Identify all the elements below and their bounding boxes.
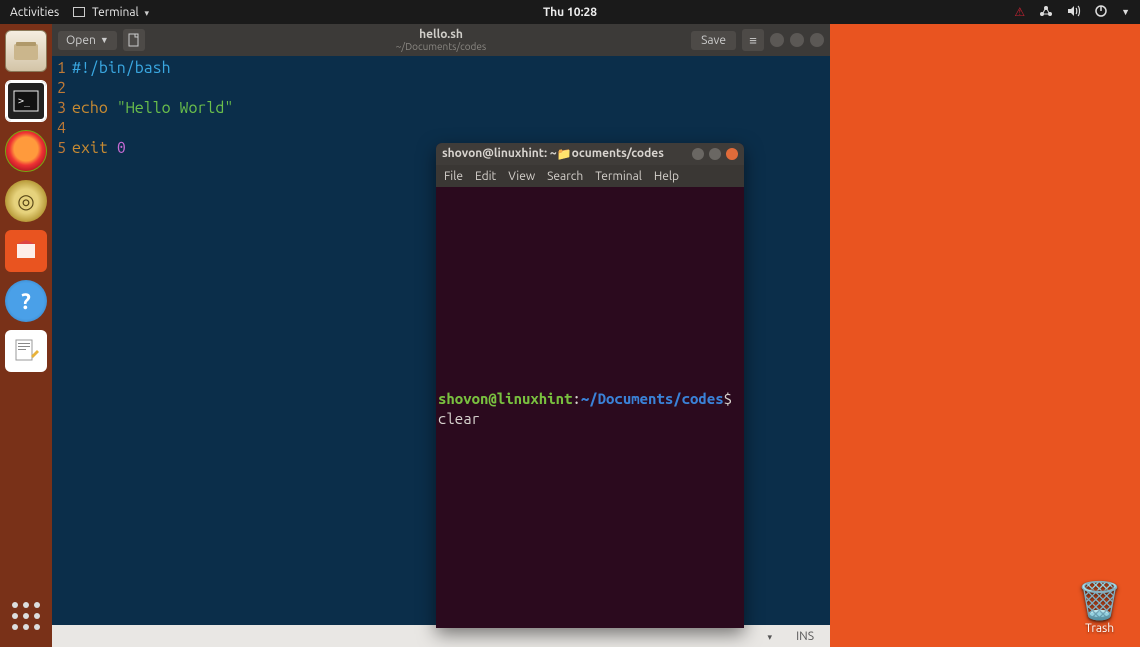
editor-filepath: ~/Documents/codes	[396, 41, 487, 52]
status-language-dropdown[interactable]	[762, 630, 773, 643]
terminal-maximize-button[interactable]	[709, 148, 721, 160]
window-maximize-button[interactable]	[790, 33, 804, 47]
terminal-body[interactable]: shovon@linuxhint:~/Documents/codes$ clea…	[436, 187, 744, 628]
menu-help[interactable]: Help	[654, 170, 679, 183]
network-icon[interactable]	[1039, 5, 1053, 20]
editor-headerbar: Open ▼ hello.sh ~/Documents/codes Save ≡	[52, 24, 830, 56]
dock-show-apps[interactable]	[5, 595, 47, 637]
svg-text:>_: >_	[18, 96, 31, 107]
terminal-window: shovon@linuxhint: ~📁ocuments/codes File …	[436, 143, 744, 628]
editor-statusbar: INS	[52, 625, 830, 647]
dock-terminal[interactable]: >_	[5, 80, 47, 122]
top-panel: Activities Terminal Thu 10:28 ⚠ ▼	[0, 0, 1140, 24]
activities-button[interactable]: Activities	[10, 6, 59, 19]
dock-text-editor[interactable]	[5, 330, 47, 372]
editor-title: hello.sh ~/Documents/codes	[396, 28, 487, 52]
trash-label: Trash	[1077, 622, 1122, 635]
folder-icon: 📁	[557, 147, 572, 161]
dock-rhythmbox[interactable]: ◎	[5, 180, 47, 222]
terminal-titlebar[interactable]: shovon@linuxhint: ~📁ocuments/codes	[436, 143, 744, 165]
hamburger-menu-button[interactable]: ≡	[742, 29, 764, 51]
app-menu-label: Terminal	[92, 6, 139, 19]
open-button-label: Open	[66, 34, 96, 47]
dock-software[interactable]	[5, 230, 47, 272]
menu-search[interactable]: Search	[547, 170, 583, 183]
trash-icon: 🗑️	[1077, 579, 1122, 622]
terminal-icon	[73, 7, 85, 17]
power-icon[interactable]	[1095, 5, 1107, 20]
new-document-button[interactable]	[123, 29, 145, 51]
terminal-close-button[interactable]	[726, 148, 738, 160]
volume-icon[interactable]	[1067, 5, 1081, 20]
dock-files[interactable]	[5, 30, 47, 72]
menu-file[interactable]: File	[444, 170, 463, 183]
dock-help[interactable]: ?	[5, 280, 47, 322]
chevron-down-icon: ▼	[100, 35, 109, 45]
menu-edit[interactable]: Edit	[475, 170, 496, 183]
window-minimize-button[interactable]	[770, 33, 784, 47]
desktop-trash[interactable]: 🗑️ Trash	[1077, 579, 1122, 635]
terminal-menubar: File Edit View Search Terminal Help	[436, 165, 744, 187]
system-menu-chevron-icon[interactable]: ▼	[1121, 7, 1130, 17]
open-button[interactable]: Open ▼	[58, 31, 117, 50]
menu-view[interactable]: View	[508, 170, 535, 183]
dock-firefox[interactable]	[5, 130, 47, 172]
terminal-command: clear	[438, 410, 480, 427]
update-alert-icon[interactable]: ⚠	[1014, 5, 1025, 19]
line-number-gutter: 1 2 3 4 5	[52, 56, 68, 625]
dock: >_ ◎ ?	[0, 24, 52, 647]
terminal-prompt-line: shovon@linuxhint:~/Documents/codes$ clea…	[438, 389, 742, 428]
menu-terminal[interactable]: Terminal	[595, 170, 642, 183]
save-button[interactable]: Save	[691, 31, 736, 50]
terminal-minimize-button[interactable]	[692, 148, 704, 160]
status-insert-mode: INS	[796, 630, 814, 643]
window-close-button[interactable]	[810, 33, 824, 47]
editor-filename: hello.sh	[396, 28, 487, 41]
terminal-title-text: shovon@linuxhint: ~📁ocuments/codes	[442, 147, 692, 161]
app-menu[interactable]: Terminal	[73, 6, 149, 19]
clock[interactable]: Thu 10:28	[543, 6, 597, 19]
